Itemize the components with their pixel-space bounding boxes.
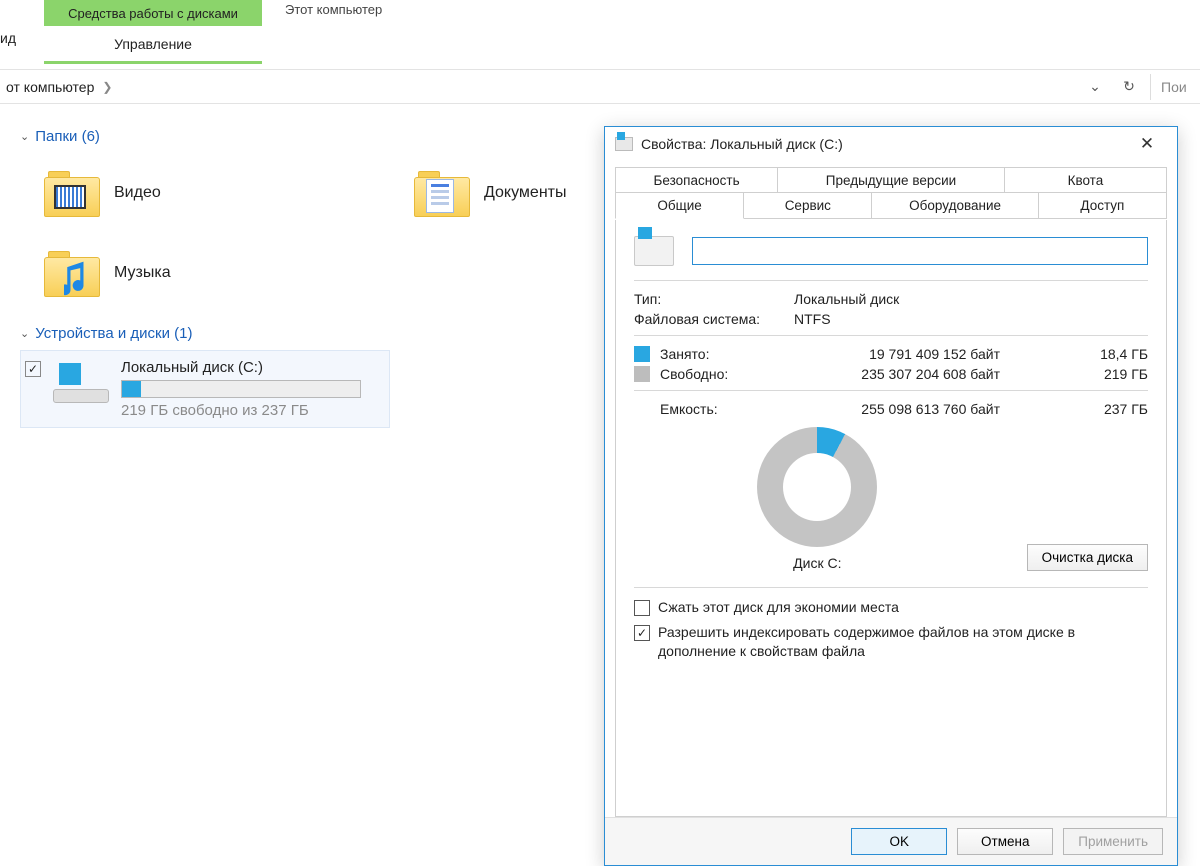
free-gb: 219 ГБ: [1000, 366, 1148, 382]
folder-icon: [414, 169, 470, 217]
folder-icon: [44, 249, 100, 297]
section-folders-label: Папки (6): [35, 128, 100, 145]
breadcrumb[interactable]: от компьютер: [6, 79, 94, 95]
ribbon-view-stub: ид: [0, 30, 16, 46]
type-label: Тип:: [634, 291, 794, 307]
search-input[interactable]: Пои: [1150, 74, 1200, 100]
ribbon: ид Средства работы с дисками Этот компью…: [0, 0, 1200, 70]
cancel-button[interactable]: Отмена: [957, 828, 1053, 855]
capacity-gb: 237 ГБ: [1000, 401, 1148, 417]
tab-hardware[interactable]: Оборудование: [871, 192, 1038, 219]
drive-icon: [634, 236, 674, 266]
disk-label-input[interactable]: [692, 237, 1148, 265]
free-color-swatch: [634, 366, 650, 382]
folder-icon: [44, 169, 100, 217]
used-gb: 18,4 ГБ: [1000, 346, 1148, 362]
disk-usage-pie: [757, 427, 877, 547]
folder-music[interactable]: Музыка: [20, 233, 390, 313]
folder-label: Видео: [114, 184, 161, 202]
dropdown-history-icon[interactable]: ⌄: [1082, 74, 1108, 100]
tab-service[interactable]: Сервис: [743, 192, 872, 219]
drive-icon: [53, 359, 109, 403]
dialog-title: Свойства: Локальный диск (C:): [641, 136, 843, 152]
capacity-label: Емкость:: [660, 401, 790, 417]
disk-status: 219 ГБ свободно из 237 ГБ: [121, 402, 361, 419]
window-title: Этот компьютер: [285, 2, 382, 17]
chevron-right-icon: ❯: [102, 80, 112, 94]
index-label: Разрешить индексировать содержимое файло…: [658, 623, 1148, 661]
free-bytes: 235 307 204 608 байт: [790, 366, 1000, 382]
address-bar[interactable]: от компьютер ❯ ⌄ ↻ Пои: [0, 70, 1200, 104]
properties-dialog: Свойства: Локальный диск (C:) ✕ Безопасн…: [604, 126, 1178, 866]
used-color-swatch: [634, 346, 650, 362]
folder-label: Документы: [484, 184, 566, 202]
chevron-down-icon: ⌄: [20, 327, 29, 340]
free-label: Свободно:: [660, 366, 790, 382]
disk-name: Локальный диск (C:): [121, 359, 361, 376]
tab-quota[interactable]: Квота: [1004, 167, 1167, 193]
ok-button[interactable]: OK: [851, 828, 947, 855]
section-devices-label: Устройства и диски (1): [35, 325, 192, 342]
folder-label: Музыка: [114, 264, 171, 282]
drive-icon: [615, 137, 633, 151]
filesystem-label: Файловая система:: [634, 311, 794, 327]
disk-cleanup-button[interactable]: Очистка диска: [1027, 544, 1148, 571]
disk-usage-bar: [121, 380, 361, 398]
chevron-down-icon: ⌄: [20, 130, 29, 143]
tab-previous-versions[interactable]: Предыдущие версии: [777, 167, 1005, 193]
ribbon-context-tab[interactable]: Средства работы с дисками: [44, 0, 262, 26]
close-icon[interactable]: ✕: [1127, 134, 1167, 154]
music-note-icon: [64, 261, 90, 297]
ribbon-manage-tab[interactable]: Управление: [44, 26, 262, 64]
type-value: Локальный диск: [794, 291, 899, 307]
index-checkbox[interactable]: ✓: [634, 625, 650, 641]
folder-video[interactable]: Видео: [20, 153, 390, 233]
compress-checkbox[interactable]: [634, 600, 650, 616]
compress-label: Сжать этот диск для экономии места: [658, 598, 899, 617]
disk-item-c[interactable]: ✓ Локальный диск (C:) 219 ГБ свободно из…: [20, 350, 390, 428]
used-bytes: 19 791 409 152 байт: [790, 346, 1000, 362]
filesystem-value: NTFS: [794, 311, 831, 327]
apply-button[interactable]: Применить: [1063, 828, 1163, 855]
refresh-icon[interactable]: ↻: [1116, 74, 1142, 100]
tab-sharing[interactable]: Доступ: [1038, 192, 1167, 219]
pie-caption: Диск C:: [793, 555, 841, 571]
dialog-titlebar[interactable]: Свойства: Локальный диск (C:) ✕: [605, 127, 1177, 161]
disk-checkbox[interactable]: ✓: [25, 361, 41, 377]
used-label: Занято:: [660, 346, 790, 362]
capacity-bytes: 255 098 613 760 байт: [790, 401, 1000, 417]
tab-security[interactable]: Безопасность: [615, 167, 778, 193]
tab-general[interactable]: Общие: [615, 192, 744, 219]
dialog-footer: OK Отмена Применить: [605, 817, 1177, 865]
